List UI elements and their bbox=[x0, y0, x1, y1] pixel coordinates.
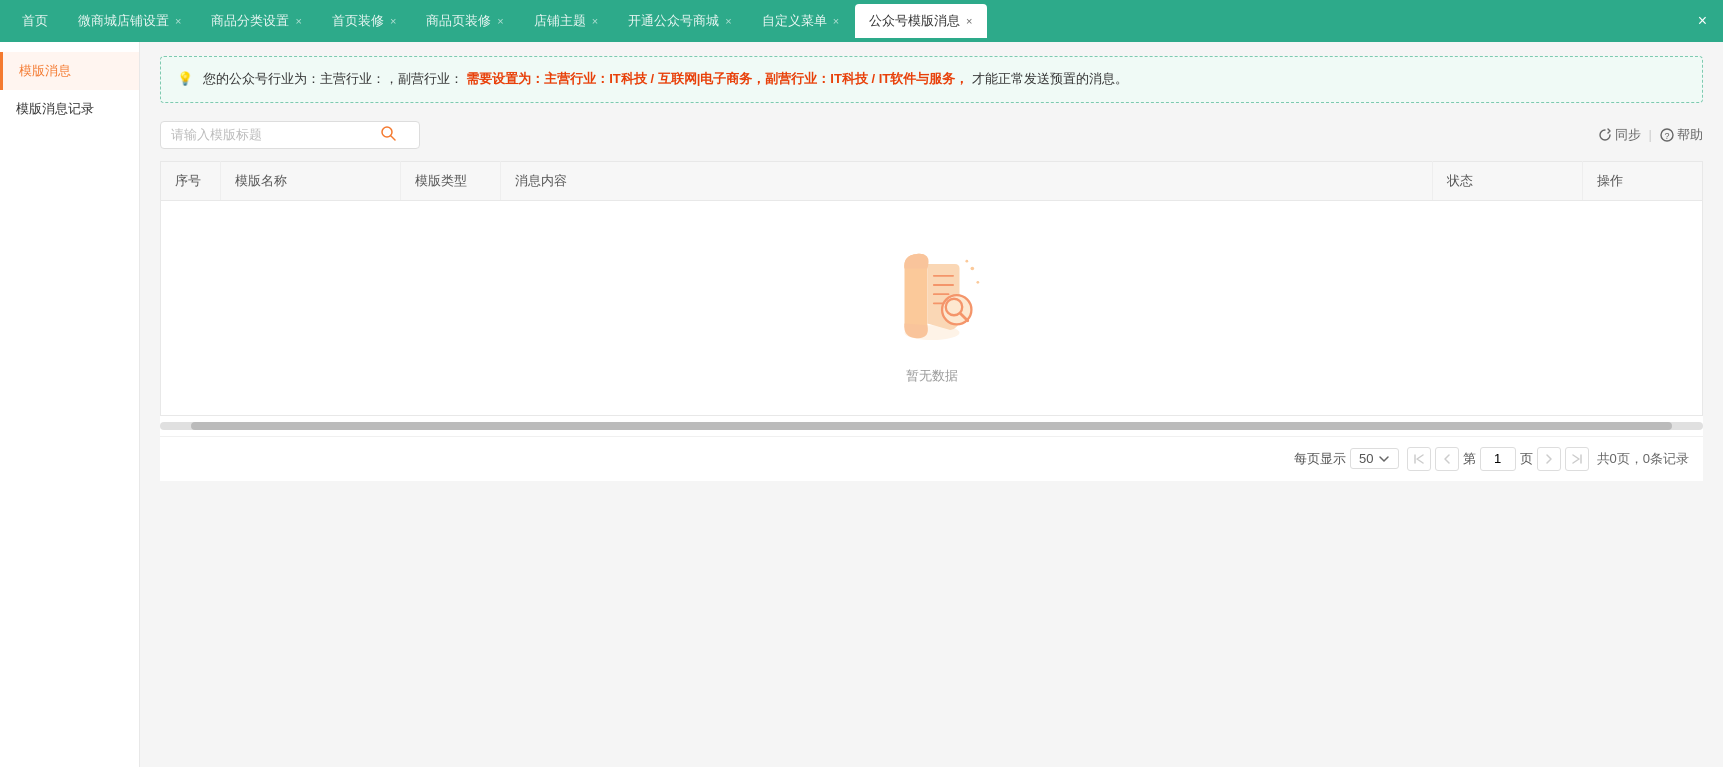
horizontal-scrollbar[interactable] bbox=[160, 422, 1703, 430]
notice-box: 💡 您的公众号行业为：主营行业：，副营行业： 需要设置为：主营行业：IT科技 /… bbox=[160, 56, 1703, 103]
notice-highlight: 需要设置为：主营行业：IT科技 / 互联网|电子商务，副营行业：IT科技 / I… bbox=[466, 71, 968, 86]
empty-state: 暂无数据 bbox=[161, 201, 1702, 415]
help-icon: ? bbox=[1660, 128, 1674, 142]
tab-home[interactable]: 首页 bbox=[8, 4, 62, 38]
tab-template[interactable]: 公众号模版消息 × bbox=[855, 4, 986, 38]
tab-theme[interactable]: 店铺主题 × bbox=[520, 4, 612, 38]
top-nav: 首页 微商城店铺设置 × 商品分类设置 × 首页装修 × 商品页装修 × 店铺主… bbox=[0, 0, 1723, 42]
sidebar: 模版消息 模版消息记录 bbox=[0, 42, 140, 767]
search-button[interactable] bbox=[381, 126, 396, 144]
tab-weishop[interactable]: 微商城店铺设置 × bbox=[64, 4, 195, 38]
col-status: 状态 bbox=[1433, 161, 1583, 200]
tab-category[interactable]: 商品分类设置 × bbox=[197, 4, 315, 38]
first-page-icon bbox=[1413, 453, 1425, 465]
page-size-select: 每页显示 50 bbox=[1294, 448, 1398, 469]
scrollbar-thumb[interactable] bbox=[191, 422, 1672, 430]
svg-point-12 bbox=[970, 266, 974, 270]
tab-mall[interactable]: 开通公众号商城 × bbox=[614, 4, 745, 38]
search-input-wrap bbox=[160, 121, 420, 149]
close-tab-custommenu[interactable]: × bbox=[833, 15, 839, 27]
chevron-down-icon bbox=[1378, 453, 1390, 465]
col-type: 模版类型 bbox=[401, 161, 501, 200]
close-tab-theme[interactable]: × bbox=[592, 15, 598, 27]
toolbar-right: 同步 | ? 帮助 bbox=[1598, 126, 1703, 144]
close-tab-category[interactable]: × bbox=[295, 15, 301, 27]
first-page-button[interactable] bbox=[1407, 447, 1431, 471]
prev-page-icon bbox=[1441, 453, 1453, 465]
notice-icon: 💡 bbox=[177, 71, 193, 86]
empty-icon bbox=[877, 241, 987, 351]
tab-productpage[interactable]: 商品页装修 × bbox=[412, 4, 517, 38]
main-layout: 模版消息 模版消息记录 💡 您的公众号行业为：主营行业：，副营行业： 需要设置为… bbox=[0, 42, 1723, 767]
col-name: 模版名称 bbox=[221, 161, 401, 200]
page-size-dropdown[interactable]: 50 bbox=[1350, 448, 1398, 469]
last-page-button[interactable] bbox=[1565, 447, 1589, 471]
table-body: 暂无数据 bbox=[161, 200, 1703, 415]
empty-text: 暂无数据 bbox=[906, 367, 958, 385]
close-tab-template[interactable]: × bbox=[966, 15, 972, 27]
svg-text:?: ? bbox=[1664, 131, 1669, 141]
sync-icon bbox=[1598, 128, 1612, 142]
tab-homepage[interactable]: 首页装修 × bbox=[318, 4, 410, 38]
table-header: 序号 模版名称 模版类型 消息内容 状态 操作 bbox=[161, 161, 1703, 200]
svg-point-13 bbox=[976, 281, 979, 284]
close-tab-mall[interactable]: × bbox=[725, 15, 731, 27]
col-action: 操作 bbox=[1583, 161, 1703, 200]
close-tab-weishop[interactable]: × bbox=[175, 15, 181, 27]
divider: | bbox=[1649, 127, 1652, 142]
empty-row: 暂无数据 bbox=[161, 200, 1703, 415]
col-content: 消息内容 bbox=[501, 161, 1433, 200]
search-input[interactable] bbox=[171, 127, 381, 142]
sidebar-item-template-msg[interactable]: 模版消息 bbox=[0, 52, 139, 90]
prev-page-button[interactable] bbox=[1435, 447, 1459, 471]
close-all-tabs[interactable]: × bbox=[1690, 8, 1715, 34]
svg-point-14 bbox=[965, 260, 968, 263]
search-icon bbox=[381, 126, 396, 141]
page-input[interactable] bbox=[1480, 447, 1516, 471]
tab-custommenu[interactable]: 自定义菜单 × bbox=[748, 4, 853, 38]
help-button[interactable]: ? 帮助 bbox=[1660, 126, 1703, 144]
last-page-icon bbox=[1571, 453, 1583, 465]
page-size-value: 50 bbox=[1359, 451, 1373, 466]
pagination: 每页显示 50 bbox=[160, 436, 1703, 481]
next-page-icon bbox=[1543, 453, 1555, 465]
sidebar-item-template-record[interactable]: 模版消息记录 bbox=[0, 90, 139, 128]
close-tab-homepage[interactable]: × bbox=[390, 15, 396, 27]
sync-button[interactable]: 同步 bbox=[1598, 126, 1641, 144]
svg-line-1 bbox=[391, 136, 395, 140]
content-area: 💡 您的公众号行业为：主营行业：，副营行业： 需要设置为：主营行业：IT科技 /… bbox=[140, 42, 1723, 767]
data-table: 序号 模版名称 模版类型 消息内容 状态 操作 bbox=[160, 161, 1703, 416]
table-scroll-area: 序号 模版名称 模版类型 消息内容 状态 操作 bbox=[160, 161, 1703, 436]
total-info: 共0页，0条记录 bbox=[1597, 450, 1689, 468]
page-nav: 第 页 bbox=[1407, 447, 1589, 471]
next-page-button[interactable] bbox=[1537, 447, 1561, 471]
col-index: 序号 bbox=[161, 161, 221, 200]
search-bar: 同步 | ? 帮助 bbox=[160, 121, 1703, 149]
close-tab-productpage[interactable]: × bbox=[497, 15, 503, 27]
